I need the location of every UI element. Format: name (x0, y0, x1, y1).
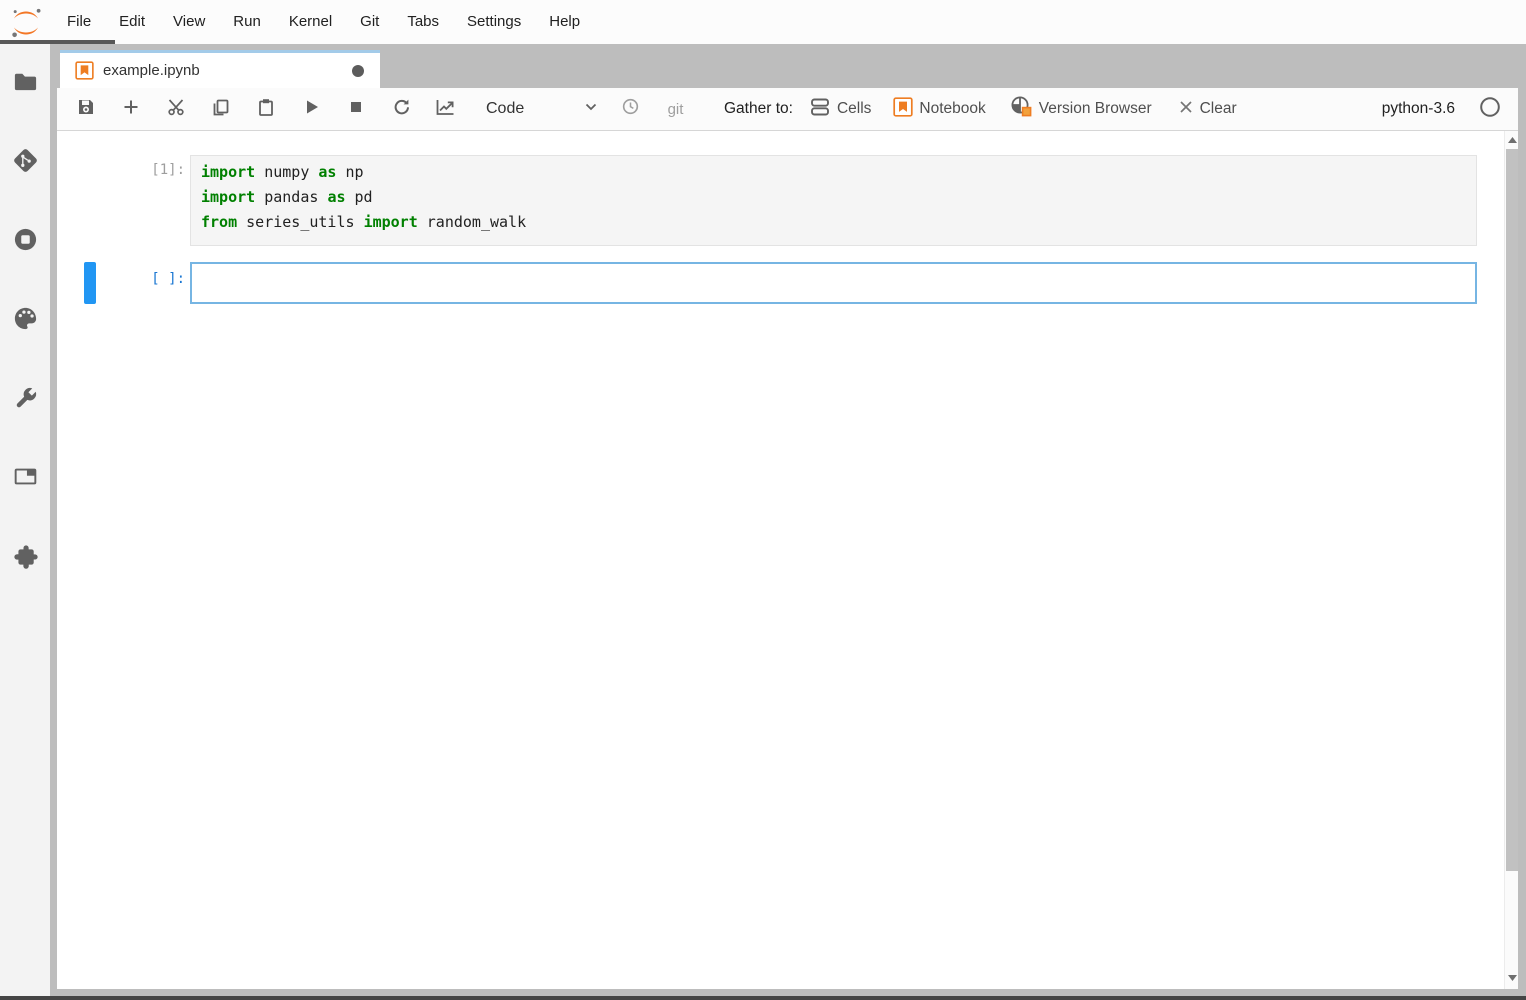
window-icon (12, 463, 39, 495)
close-icon (1178, 99, 1194, 120)
clock-icon (621, 97, 640, 121)
version-browser-icon (1010, 95, 1033, 123)
folder-icon (12, 68, 39, 100)
scroll-down-arrow-icon[interactable] (1505, 971, 1519, 985)
menu-item-help[interactable]: Help (535, 1, 594, 43)
menu-item-git[interactable]: Git (346, 1, 393, 43)
notebook-label: Notebook (919, 100, 986, 117)
refresh-icon (391, 97, 411, 122)
cell-2-editor[interactable] (190, 262, 1477, 304)
trend-chart-icon (435, 97, 456, 122)
clipboard-icon (256, 97, 276, 122)
menu-item-kernel[interactable]: Kernel (275, 1, 346, 43)
restart-kernel-button[interactable] (378, 93, 423, 125)
puzzle-icon (12, 542, 39, 574)
jupyter-logo-icon (9, 7, 43, 39)
stop-kernel-button[interactable] (333, 93, 378, 125)
code-line: from series_utils import random_walk (201, 213, 527, 231)
gather-to-cells-button[interactable]: Cells (809, 96, 871, 123)
menu-item-file[interactable]: File (53, 1, 105, 43)
jupyterlab-window: File Edit View Run Kernel Git Tabs Settings Help (0, 0, 1526, 1000)
insert-cell-button[interactable] (108, 93, 153, 125)
menu-items: File Edit View Run Kernel Git Tabs Settings Help (53, 1, 594, 43)
git-icon (12, 147, 39, 179)
chevron-down-icon (584, 100, 598, 119)
plus-icon (121, 97, 141, 122)
dock-panel: example.ipynb Code git Gather to: Cells … (50, 44, 1526, 996)
notebook-icon (893, 96, 914, 122)
vertical-scrollbar[interactable] (1504, 131, 1518, 989)
wrench-icon (12, 384, 39, 416)
palette-icon (12, 305, 39, 337)
save-icon (76, 97, 96, 122)
menu-item-settings[interactable]: Settings (453, 1, 535, 43)
copy-icon (211, 97, 231, 122)
menu-item-tabs[interactable]: Tabs (393, 1, 453, 43)
kernel-name-button[interactable]: python-3.6 (1382, 100, 1455, 118)
gather-to-label: Gather to: (724, 100, 793, 117)
version-browser-button[interactable]: Version Browser (1010, 95, 1152, 123)
menu-item-view[interactable]: View (159, 1, 219, 43)
clear-button[interactable]: Clear (1178, 99, 1237, 120)
tab-title: example.ipynb (103, 62, 200, 79)
copy-cells-button[interactable] (198, 93, 243, 125)
tab-example-ipynb[interactable]: example.ipynb (60, 50, 380, 88)
cell-type-value: Code (486, 100, 525, 117)
cell-1-input-prompt: [1]: (151, 162, 185, 178)
gather-to-notebook-button[interactable]: Notebook (893, 96, 986, 122)
menu-bar: File Edit View Run Kernel Git Tabs Settings Help (0, 0, 1526, 44)
cell-1-editor[interactable]: import numpy as np import pandas as pd fro… (190, 155, 1477, 246)
left-activity-bar (0, 44, 50, 996)
save-button[interactable] (63, 93, 108, 125)
menu-shadow-artifact (0, 40, 115, 44)
cell-type-select[interactable]: Code (472, 94, 608, 124)
notebook-file-icon (75, 61, 94, 80)
notebook-toolbar: Code git Gather to: Cells Notebook Versi… (57, 88, 1518, 131)
paste-cells-button[interactable] (243, 93, 288, 125)
scissors-icon (166, 97, 186, 122)
sidebar-item-commands[interactable] (0, 281, 50, 360)
gather-chart-button[interactable] (423, 93, 468, 125)
version-browser-label: Version Browser (1038, 100, 1152, 117)
window-bottom-edge (0, 996, 1526, 1000)
cut-cells-button[interactable] (153, 93, 198, 125)
kernel-status-indicator[interactable] (1467, 93, 1512, 125)
sidebar-item-extension-manager[interactable] (0, 518, 50, 597)
scroll-up-arrow-icon[interactable] (1505, 133, 1519, 147)
notebook-panel: [1]: import numpy as np import pandas as … (57, 131, 1518, 989)
scrollbar-thumb[interactable] (1506, 149, 1518, 871)
git-toolbar-label[interactable]: git (653, 101, 698, 118)
history-button[interactable] (608, 93, 653, 125)
menu-item-edit[interactable]: Edit (105, 1, 159, 43)
cells-label: Cells (836, 100, 872, 117)
sidebar-item-open-tabs[interactable] (0, 439, 50, 518)
cell-2-input-prompt: [ ]: (151, 271, 185, 287)
kernel-idle-circle-icon (1479, 96, 1501, 123)
sidebar-item-git[interactable] (0, 123, 50, 202)
cell-2-collapser[interactable] (84, 262, 96, 304)
code-line: import pandas as pd (201, 188, 373, 206)
sidebar-item-property-inspector[interactable] (0, 360, 50, 439)
cells-icon (809, 96, 831, 123)
run-cell-button[interactable] (288, 93, 333, 125)
code-line: import numpy as np (201, 163, 364, 181)
play-icon (301, 97, 321, 122)
unsaved-changes-indicator[interactable] (352, 64, 364, 77)
stop-circle-icon (12, 226, 39, 258)
sidebar-item-file-browser[interactable] (0, 44, 50, 123)
sidebar-item-running-sessions[interactable] (0, 202, 50, 281)
stop-icon (346, 97, 366, 122)
clear-label: Clear (1199, 100, 1237, 117)
menu-item-run[interactable]: Run (219, 1, 275, 43)
